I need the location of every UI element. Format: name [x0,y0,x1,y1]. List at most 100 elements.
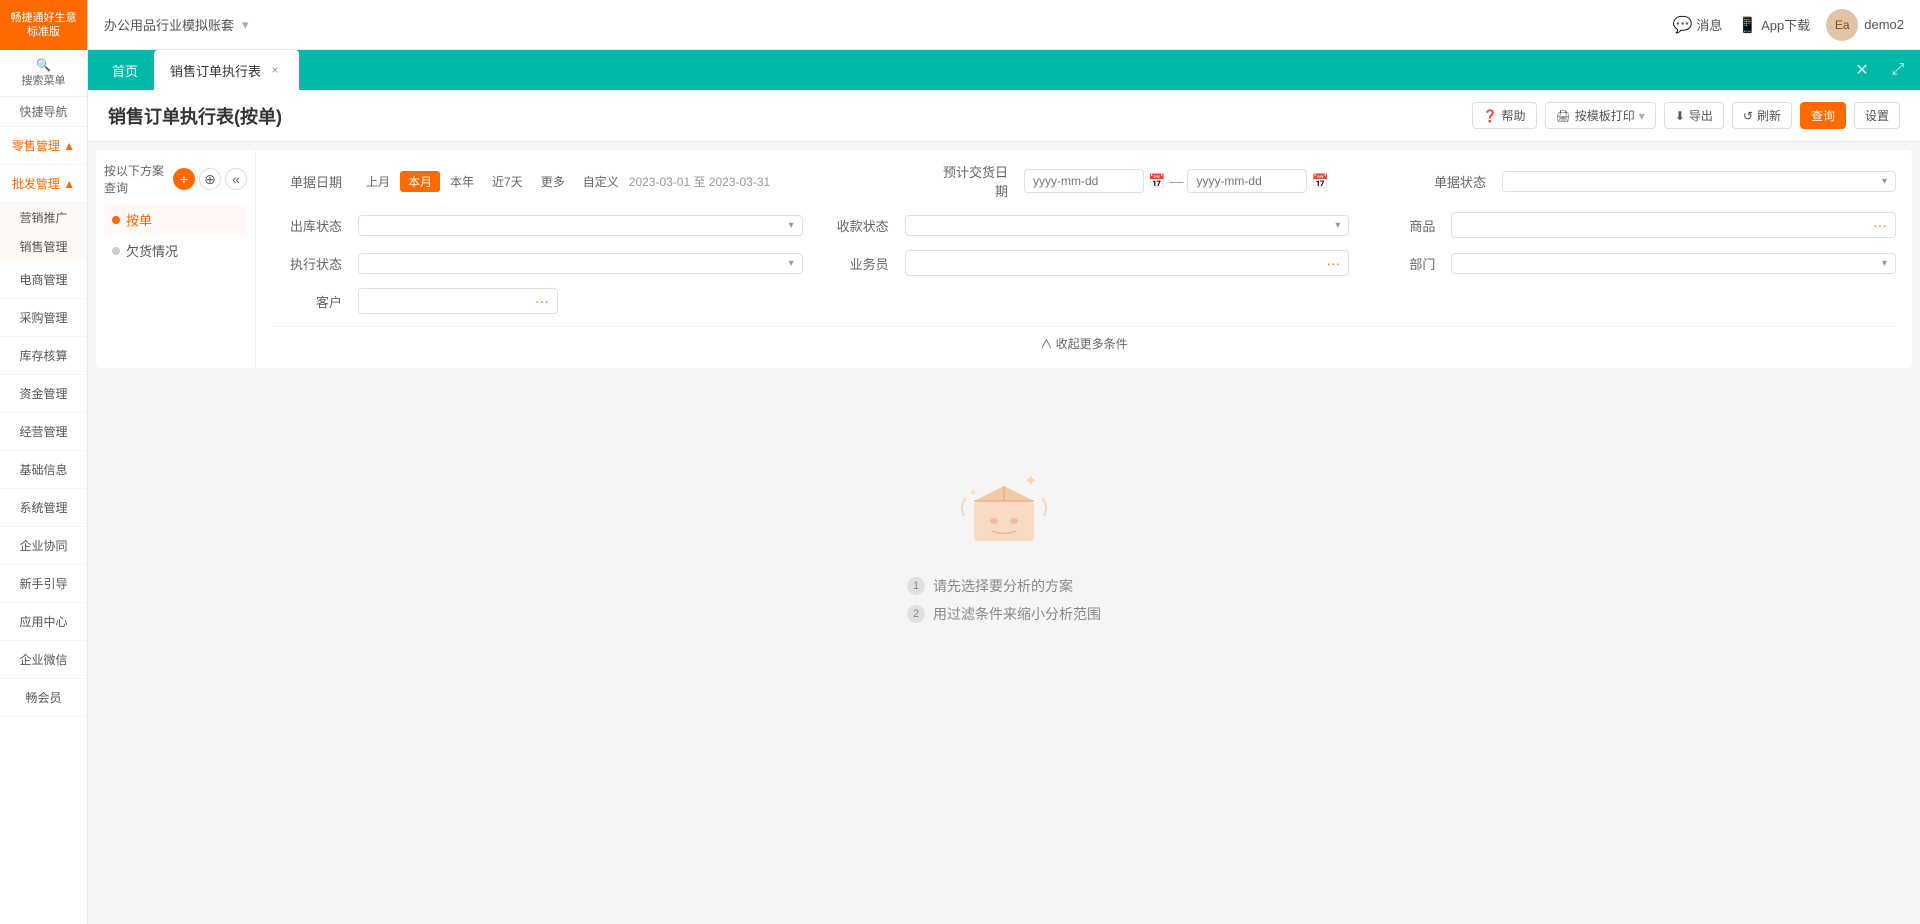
filter-row-3: 执行状态 ▾ 业务员 ··· 部门 ▾ [272,250,1896,276]
delivery-status-label: 出库状态 [272,216,342,235]
exec-status-select[interactable]: ▾ [358,253,803,274]
add-scheme-button[interactable]: + [173,168,195,190]
sidebar-item-vip[interactable]: 畅会员 [0,679,87,717]
sidebar-item-marketing[interactable]: 营销推广 [0,203,87,232]
sidebar-item-purchase[interactable]: 采购管理 [0,299,87,337]
step1-text: 请先选择要分析的方案 [933,576,1073,596]
calendar-end-icon[interactable]: 📅 [1311,173,1328,190]
sidebar-item-newbie[interactable]: 新手引导 [0,565,87,603]
help-label: 帮助 [1502,107,1526,124]
step-1: 1 请先选择要分析的方案 [907,576,1101,596]
active-tab-label: 销售订单执行表 [170,61,261,80]
copy-scheme-button[interactable]: ⊕ [199,168,221,190]
filter-row-1: 单据日期 上月 本月 本年 近7天 更多 自定义 2023-03-01 至 20… [272,162,1896,200]
last7days-btn[interactable]: 近7天 [484,171,531,192]
app-logo: 畅捷通好生意 标准版 [0,0,87,50]
copy-icon: ⊕ [204,171,216,188]
page-title: 销售订单执行表(按单) [108,103,282,129]
sidebar-item-label: 零售管理 [12,139,60,153]
custom-btn[interactable]: 自定义 [575,171,627,192]
receipt-status-select[interactable]: ▾ [905,215,1350,236]
expected-date-end[interactable] [1187,169,1307,193]
sidebar-item-operation[interactable]: 经营管理 [0,413,87,451]
avatar-text: Ea [1835,18,1850,32]
user-name: demo2 [1864,17,1904,32]
sidebar-item-inventory[interactable]: 库存核算 [0,337,87,375]
product-select[interactable]: ··· [1451,212,1896,238]
expand-icon: ▲ [63,177,75,191]
user-menu[interactable]: Ea demo2 [1826,9,1904,41]
calendar-start-icon[interactable]: 📅 [1148,173,1165,190]
delivery-dropdown-icon: ▾ [789,220,794,231]
exec-dropdown-icon: ▾ [789,258,794,269]
scheme-item-shortage[interactable]: 欠货情况 [104,235,247,266]
sidebar-item-label: 企业微信 [19,653,67,667]
sidebar-item-label: 营销推广 [19,211,67,225]
settings-button[interactable]: 设置 [1854,102,1900,129]
tabbar: 首页 销售订单执行表 × ✕ ⤢ [88,50,1920,90]
department-select[interactable]: ▾ [1451,253,1896,274]
expected-date-start[interactable] [1024,169,1144,193]
help-icon: ❓ [1483,109,1498,123]
app-download-button[interactable]: 📱 App下载 [1738,15,1810,34]
sidebar-item-finance[interactable]: 资金管理 [0,375,87,413]
export-button[interactable]: ⬇ 导出 [1664,102,1724,129]
more-btn[interactable]: 更多 [533,171,573,192]
sidebar-item-basic[interactable]: 基础信息 [0,451,87,489]
tab-home[interactable]: 首页 [96,50,154,90]
status-select[interactable]: ▾ [1502,171,1896,192]
sidebar-item-ecommerce[interactable]: 电商管理 [0,261,87,299]
filter-main: 单据日期 上月 本月 本年 近7天 更多 自定义 2023-03-01 至 20… [256,150,1912,368]
query-button[interactable]: 查询 [1800,102,1846,129]
sidebar-item-enterprise[interactable]: 企业协同 [0,527,87,565]
help-button[interactable]: ❓ 帮助 [1472,102,1537,129]
template-print-button[interactable]: 🖨 按模板打印 ▾ [1545,102,1656,129]
query-label: 查询 [1811,107,1835,124]
filter-row-4: 客户 ··· [272,288,1896,314]
app-download-label: App下载 [1761,15,1810,34]
page-actions: ❓ 帮助 🖨 按模板打印 ▾ ⬇ 导出 ↺ 刷新 查询 [1472,102,1900,129]
sidebar-item-label: 应用中心 [19,615,67,629]
this-year-btn[interactable]: 本年 [442,171,482,192]
sidebar-item-sales[interactable]: 销售管理 [0,232,87,261]
date-label: 单据日期 [272,172,342,191]
refresh-button[interactable]: ↺ 刷新 [1732,102,1792,129]
message-label: 消息 [1696,15,1722,34]
empty-svg: ✦ ✦ [954,456,1054,556]
delivery-status-select[interactable]: ▾ [358,215,803,236]
step2-text: 用过滤条件来缩小分析范围 [933,604,1101,624]
add-icon: + [180,171,188,187]
receipt-status-label: 收款状态 [819,216,889,235]
breadcrumb-arrow-icon[interactable]: ▾ [242,17,249,33]
refresh-label: 刷新 [1757,107,1781,124]
customer-label: 客户 [272,292,342,311]
restore-window-button[interactable]: ✕ [1848,56,1876,84]
sidebar-item-system[interactable]: 系统管理 [0,489,87,527]
sidebar-item-label: 批发管理 [12,177,60,191]
customer-select[interactable]: ··· [358,288,558,314]
svg-text:✦: ✦ [969,488,977,499]
filter-inner: 按以下方案查询 + ⊕ « [96,150,1912,368]
home-tab-label: 首页 [112,61,138,80]
message-button[interactable]: 💬 消息 [1672,15,1722,35]
last-month-btn[interactable]: 上月 [358,171,398,192]
tab-sales-order[interactable]: 销售订单执行表 × [154,50,299,90]
sidebar-item-retail[interactable]: 零售管理 ▲ [0,127,87,165]
content: 销售订单执行表(按单) ❓ 帮助 🖨 按模板打印 ▾ ⬇ 导出 ↺ 刷新 [88,90,1920,924]
maximize-window-button[interactable]: ⤢ [1884,56,1912,84]
this-month-btn[interactable]: 本月 [400,171,440,192]
sidebar-item-appstore[interactable]: 应用中心 [0,603,87,641]
sidebar-item-wholesale[interactable]: 批发管理 ▲ [0,165,87,203]
sidebar-item-wecom[interactable]: 企业微信 [0,641,87,679]
scheme-item-order[interactable]: 按单 [104,204,247,235]
sidebar-search[interactable]: 🔍 搜索菜单 [0,50,87,97]
breadcrumb-text[interactable]: 办公用品行业模拟账套 [104,15,234,34]
collapse-scheme-button[interactable]: « [225,168,247,190]
tab-close-button[interactable]: × [267,62,283,78]
salesperson-select[interactable]: ··· [905,250,1350,276]
page-header: 销售订单执行表(按单) ❓ 帮助 🖨 按模板打印 ▾ ⬇ 导出 ↺ 刷新 [88,90,1920,142]
sidebar-item-label: 新手引导 [19,577,67,591]
quick-nav[interactable]: 快捷导航 [0,97,87,127]
salesperson-label: 业务员 [819,254,889,273]
collapse-more-button[interactable]: ∧ 收起更多条件 [272,326,1896,356]
